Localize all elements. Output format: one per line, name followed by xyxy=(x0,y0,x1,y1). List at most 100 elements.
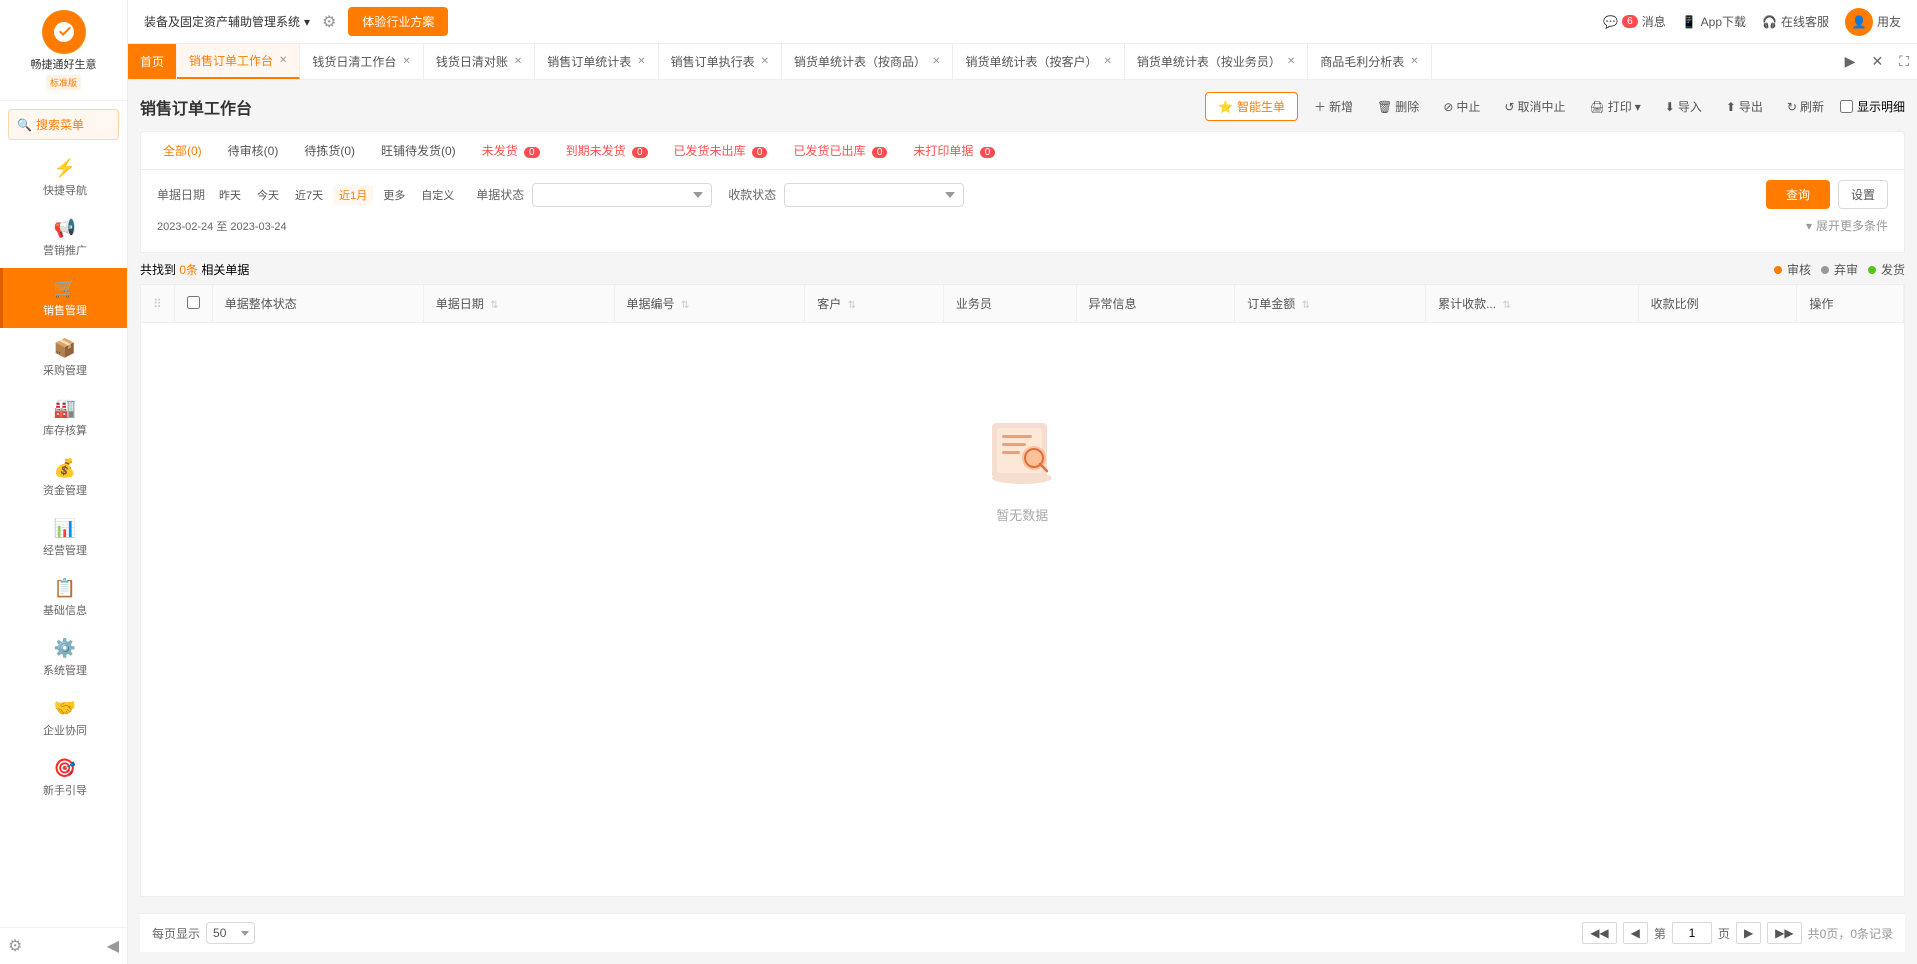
tab-goods-stats-salesman[interactable]: 销货单统计表（按业务员） ✕ xyxy=(1125,44,1308,79)
system-settings-button[interactable]: ⚙ xyxy=(322,12,336,32)
page-number-input[interactable] xyxy=(1672,922,1712,944)
smart-create-button[interactable]: ⭐ 智能生单 xyxy=(1205,92,1298,121)
online-service-button[interactable]: 🎧 在线客服 xyxy=(1762,13,1829,30)
date-7days[interactable]: 近7天 xyxy=(289,185,329,205)
query-button[interactable]: 查询 xyxy=(1766,180,1830,209)
app-download-button[interactable]: 📱 App下载 xyxy=(1682,13,1746,30)
salesman-header[interactable]: 业务员 xyxy=(943,285,1076,323)
tab-scroll-right-button[interactable]: ▶ xyxy=(1837,53,1864,70)
tab-cash-reconcile[interactable]: 钱货日清对账 ✕ xyxy=(424,44,535,79)
filter-tab-not-printed[interactable]: 未打印单据 0 xyxy=(901,138,1007,163)
system-name-button[interactable]: 装备及固定资产辅助管理系统 ▾ xyxy=(144,13,310,30)
print-button[interactable]: 🖨 打印 ▾ xyxy=(1581,93,1648,120)
tab-sales-workbench[interactable]: 销售订单工作台 ✕ xyxy=(177,44,300,79)
customer-header[interactable]: 客户 ⇅ xyxy=(805,285,944,323)
sidebar-item-finance[interactable]: 💰 资金管理 xyxy=(0,448,127,508)
horizontal-scrollbar[interactable] xyxy=(140,897,1905,913)
select-all-checkbox[interactable] xyxy=(187,296,200,309)
last-page-button[interactable]: ▶▶ xyxy=(1767,922,1801,944)
filter-tab-shipped-out[interactable]: 已发货已出库 0 xyxy=(781,138,899,163)
tab-close-icon[interactable]: ✕ xyxy=(1103,56,1111,67)
tab-goods-stats-product[interactable]: 销货单统计表（按商品） ✕ xyxy=(782,44,953,79)
filter-tab-all[interactable]: 全部(0) xyxy=(151,138,214,163)
tab-close-all-button[interactable]: ✕ xyxy=(1863,53,1891,70)
page-suffix: 页 xyxy=(1718,925,1730,942)
sidebar-search-area: 🔍 搜索菜单 xyxy=(0,101,127,148)
page-size-select[interactable]: 10 20 50 100 xyxy=(206,922,255,944)
sidebar-item-system[interactable]: ⚙️ 系统管理 xyxy=(0,628,127,688)
tab-goods-margin[interactable]: 商品毛利分析表 ✕ xyxy=(1308,44,1431,79)
sidebar-nav: ⚡ 快捷导航 📢 营销推广 🛒 销售管理 📦 采购管理 🏭 库存核算 💰 资金管… xyxy=(0,148,127,927)
sidebar-item-quick-nav[interactable]: ⚡ 快捷导航 xyxy=(0,148,127,208)
collapse-button[interactable]: ◀ xyxy=(107,936,119,956)
show-detail-checkbox[interactable]: 显示明细 xyxy=(1840,98,1905,115)
filter-tab-pending-check[interactable]: 待拣货(0) xyxy=(292,138,367,163)
expand-conditions-button[interactable]: ▾ 展开更多条件 xyxy=(1806,217,1888,234)
sidebar-item-guide[interactable]: 🎯 新手引导 xyxy=(0,748,127,808)
tab-close-icon[interactable]: ✕ xyxy=(761,56,769,67)
tab-cash-daily[interactable]: 钱货日清工作台 ✕ xyxy=(300,44,423,79)
tab-close-icon[interactable]: ✕ xyxy=(514,56,522,67)
date-header[interactable]: 单据日期 ⇅ xyxy=(423,285,614,323)
filter-tab-overdue-ship[interactable]: 到期未发货 0 xyxy=(554,138,660,163)
filter-tab-pending-review[interactable]: 待审核(0) xyxy=(216,138,291,163)
sidebar-item-marketing[interactable]: 📢 营销推广 xyxy=(0,208,127,268)
refresh-button[interactable]: ↻ 刷新 xyxy=(1779,93,1832,120)
date-range-display: 2023-02-24 至 2023-03-24 xyxy=(157,218,287,234)
add-button[interactable]: ＋ 新增 xyxy=(1306,93,1361,120)
prev-page-button[interactable]: ◀ xyxy=(1623,922,1648,944)
tab-close-icon[interactable]: ✕ xyxy=(1287,56,1295,67)
settings-footer-button[interactable]: ⚙ xyxy=(8,936,22,956)
cancel-review-button[interactable]: 弃审 xyxy=(1821,261,1858,278)
first-page-button[interactable]: ◀◀ xyxy=(1582,922,1616,944)
import-button[interactable]: ⬇ 导入 xyxy=(1657,93,1710,120)
cancel-stop-button[interactable]: ↺ 取消中止 xyxy=(1496,93,1573,120)
tab-close-icon[interactable]: ✕ xyxy=(402,56,410,67)
date-yesterday[interactable]: 昨天 xyxy=(213,185,247,205)
date-today[interactable]: 今天 xyxy=(251,185,285,205)
next-page-button[interactable]: ▶ xyxy=(1736,922,1761,944)
export-button[interactable]: ⬆ 导出 xyxy=(1718,93,1771,120)
number-header[interactable]: 单据编号 ⇅ xyxy=(614,285,805,323)
print-icon: 🖨 xyxy=(1589,100,1604,114)
ship-button[interactable]: 发货 xyxy=(1868,261,1905,278)
date-custom[interactable]: 自定义 xyxy=(415,185,460,205)
sidebar-item-sales[interactable]: 🛒 销售管理 xyxy=(0,268,127,328)
tab-close-icon[interactable]: ✕ xyxy=(932,56,940,67)
filter-tab-wangpu-ship[interactable]: 旺铺待发货(0) xyxy=(369,138,468,163)
filter-tab-not-shipped[interactable]: 未发货 0 xyxy=(470,138,552,163)
tab-close-icon[interactable]: ✕ xyxy=(1410,56,1418,67)
user-menu-button[interactable]: 👤 用友 xyxy=(1845,8,1901,36)
tab-goods-stats-customer[interactable]: 销货单统计表（按客户） ✕ xyxy=(953,44,1124,79)
collected-header[interactable]: 累计收款... ⇅ xyxy=(1426,285,1639,323)
sidebar-item-inventory[interactable]: 🏭 库存核算 xyxy=(0,388,127,448)
tab-close-icon[interactable]: ✕ xyxy=(279,55,287,66)
sidebar-item-base[interactable]: 📋 基础信息 xyxy=(0,568,127,628)
industry-solution-button[interactable]: 体验行业方案 xyxy=(348,7,448,36)
search-menu-button[interactable]: 🔍 搜索菜单 xyxy=(8,109,119,140)
status-select[interactable] xyxy=(532,183,712,207)
tab-sales-stats[interactable]: 销售订单统计表 ✕ xyxy=(535,44,658,79)
show-detail-input[interactable] xyxy=(1840,100,1853,113)
filter-tab-shipped-not-out[interactable]: 已发货未出库 0 xyxy=(662,138,780,163)
settings-button[interactable]: 设置 xyxy=(1838,180,1888,209)
tab-close-icon[interactable]: ✕ xyxy=(637,56,645,67)
date-more[interactable]: 更多 xyxy=(377,185,411,205)
overdue-badge: 0 xyxy=(632,147,648,158)
tab-maximize-button[interactable]: ⛶ xyxy=(1891,53,1917,70)
print-dropdown-icon: ▾ xyxy=(1635,100,1641,114)
tab-home[interactable]: 首页 xyxy=(128,44,177,79)
sidebar-item-purchase[interactable]: 📦 采购管理 xyxy=(0,328,127,388)
result-actions: 审核 弃审 发货 xyxy=(1774,261,1905,278)
amount-header[interactable]: 订单金额 ⇅ xyxy=(1235,285,1426,323)
payment-select[interactable] xyxy=(784,183,964,207)
stop-button[interactable]: ⊘ 中止 xyxy=(1435,93,1488,120)
empty-text: 暂无数据 xyxy=(996,505,1048,524)
sidebar-item-operations[interactable]: 📊 经营管理 xyxy=(0,508,127,568)
sidebar-item-enterprise[interactable]: 🤝 企业协同 xyxy=(0,688,127,748)
review-button[interactable]: 审核 xyxy=(1774,261,1811,278)
delete-button[interactable]: 🗑 删除 xyxy=(1369,93,1427,120)
message-button[interactable]: 💬 6 消息 xyxy=(1603,13,1666,30)
date-1month[interactable]: 近1月 xyxy=(333,185,373,205)
tab-sales-exec[interactable]: 销售订单执行表 ✕ xyxy=(659,44,782,79)
